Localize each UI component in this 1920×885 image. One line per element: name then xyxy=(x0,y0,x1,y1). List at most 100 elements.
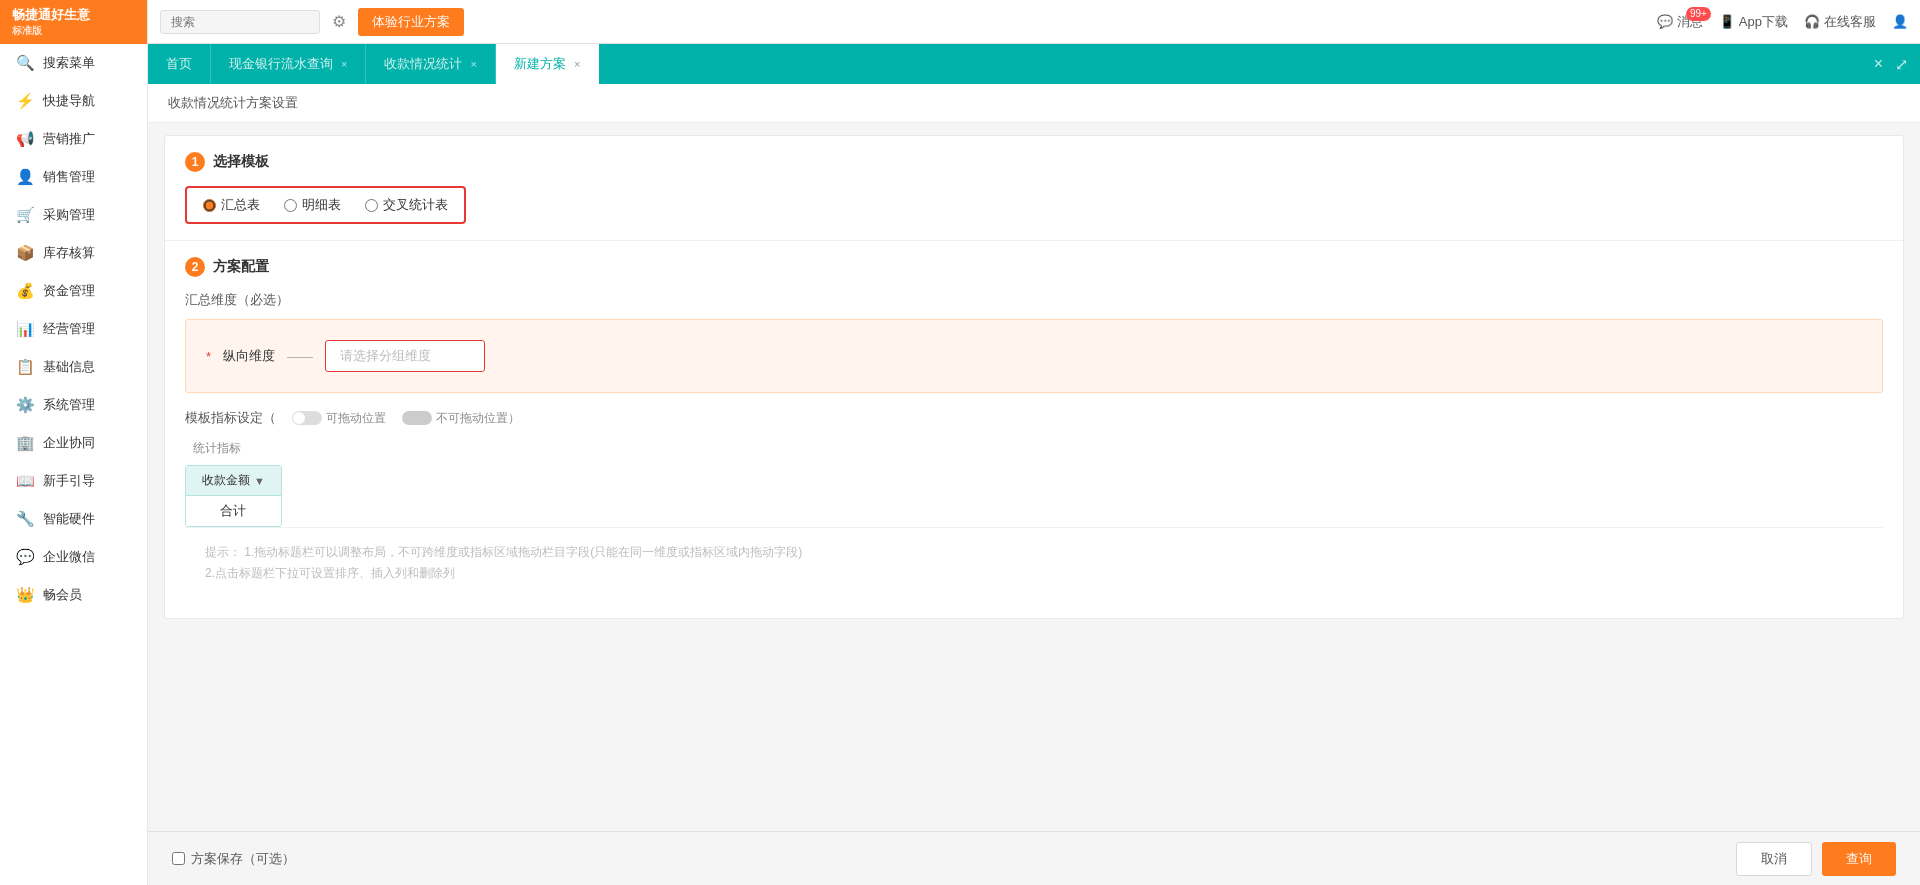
sidebar-item-search[interactable]: 🔍 搜索菜单 xyxy=(0,44,147,82)
radio-summary-label: 汇总表 xyxy=(221,196,260,214)
sidebar-item-label: 经营管理 xyxy=(43,320,95,338)
vertical-dimension-label: 纵向维度 xyxy=(223,347,275,365)
section2-title: 2 方案配置 xyxy=(185,257,1883,277)
page-title: 收款情况统计方案设置 xyxy=(168,95,298,110)
not-draggable-toggle-icon xyxy=(402,411,432,425)
message-button[interactable]: 💬 消息 99+ xyxy=(1657,13,1703,31)
message-badge: 99+ xyxy=(1686,7,1711,21)
basic-info-icon: 📋 xyxy=(16,358,35,376)
indicator-header: 模板指标设定（ 可拖动位置 不可拖动位置） xyxy=(185,409,1883,427)
radio-cross[interactable]: 交叉统计表 xyxy=(365,196,448,214)
dimension-area: * 纵向维度 —— 请选择分组维度 xyxy=(185,319,1883,393)
tab-cash-flow-label: 现金银行流水查询 xyxy=(229,55,333,73)
content-area: 收款情况统计方案设置 1 选择模板 汇总表 xyxy=(148,84,1920,831)
radio-detail-input[interactable] xyxy=(284,199,297,212)
sidebar-item-member[interactable]: 👑 畅会员 xyxy=(0,576,147,614)
system-icon: ⚙️ xyxy=(16,396,35,414)
radio-detail[interactable]: 明细表 xyxy=(284,196,341,214)
logo: 畅捷通好生意 标准版 xyxy=(0,0,147,44)
dimension-row: * 纵向维度 —— 请选择分组维度 xyxy=(206,340,1862,372)
indicator-column-label: 收款金额 xyxy=(202,472,250,489)
tab-home[interactable]: 首页 xyxy=(148,44,211,84)
radio-cross-input[interactable] xyxy=(365,199,378,212)
sidebar-item-label: 基础信息 xyxy=(43,358,95,376)
topbar: ⚙ 体验行业方案 💬 消息 99+ 📱 App下载 🎧 在线客服 👤 xyxy=(148,0,1920,44)
indicator-column-header[interactable]: 收款金额 ▼ xyxy=(186,466,281,496)
sidebar-item-label: 库存核算 xyxy=(43,244,95,262)
sidebar-item-wechat[interactable]: 💬 企业微信 xyxy=(0,538,147,576)
wechat-icon: 💬 xyxy=(16,548,35,566)
sidebar-item-label: 企业微信 xyxy=(43,548,95,566)
indicator-table: 收款金额 ▼ 合计 xyxy=(185,465,282,527)
logo-edition: 标准版 xyxy=(12,24,90,38)
tips-section: 提示： 1.拖动标题栏可以调整布局，不可跨维度或指标区域拖动栏目字段(只能在同一… xyxy=(185,527,1883,602)
form-content: 1 选择模板 汇总表 明细表 xyxy=(164,135,1904,619)
tab-new-plan-label: 新建方案 xyxy=(514,55,566,73)
search-input[interactable] xyxy=(160,10,320,34)
cancel-button[interactable]: 取消 xyxy=(1736,842,1812,876)
footer-bar: 方案保存（可选） 取消 查询 xyxy=(148,831,1920,885)
indicator-settings-label: 模板指标设定（ xyxy=(185,409,276,427)
sidebar-item-finance[interactable]: 💰 资金管理 xyxy=(0,272,147,310)
topbar-right: 💬 消息 99+ 📱 App下载 🎧 在线客服 👤 xyxy=(1657,13,1908,31)
window-expand-icon[interactable]: ⤢ xyxy=(1895,55,1908,74)
tab-new-plan[interactable]: 新建方案 × xyxy=(496,44,599,84)
tab-cash-flow-close[interactable]: × xyxy=(341,59,347,70)
section2-number: 2 xyxy=(185,257,205,277)
sidebar-item-guide[interactable]: 📖 新手引导 xyxy=(0,462,147,500)
sidebar-item-system[interactable]: ⚙️ 系统管理 xyxy=(0,386,147,424)
sidebar-item-label: 销售管理 xyxy=(43,168,95,186)
trial-button[interactable]: 体验行业方案 xyxy=(358,8,464,36)
sidebar-item-hardware[interactable]: 🔧 智能硬件 xyxy=(0,500,147,538)
guide-icon: 📖 xyxy=(16,472,35,490)
dimension-select[interactable]: 请选择分组维度 xyxy=(325,340,485,372)
draggable-toggle-icon xyxy=(292,411,322,425)
tab-new-plan-close[interactable]: × xyxy=(574,59,580,70)
indicator-category-label: 统计指标 xyxy=(193,440,241,457)
service-icon: 🎧 xyxy=(1804,14,1820,29)
sidebar-item-label: 系统管理 xyxy=(43,396,95,414)
indicator-section: 模板指标设定（ 可拖动位置 不可拖动位置） xyxy=(185,409,1883,527)
footer-save: 方案保存（可选） xyxy=(172,850,295,868)
search-menu-icon: 🔍 xyxy=(16,54,35,72)
page-header: 收款情况统计方案设置 xyxy=(148,84,1920,123)
sidebar-item-marketing[interactable]: 📢 营销推广 xyxy=(0,120,147,158)
tab-cash-flow[interactable]: 现金银行流水查询 × xyxy=(211,44,366,84)
gear-icon[interactable]: ⚙ xyxy=(332,12,346,31)
sidebar-item-purchase[interactable]: 🛒 采购管理 xyxy=(0,196,147,234)
save-checkbox[interactable] xyxy=(172,852,185,865)
radio-summary[interactable]: 汇总表 xyxy=(203,196,260,214)
tab-collection-stats[interactable]: 收款情况统计 × xyxy=(366,44,495,84)
sidebar-item-basic-info[interactable]: 📋 基础信息 xyxy=(0,348,147,386)
indicator-table-wrap: 统计指标 收款金额 ▼ 合计 xyxy=(185,435,1883,527)
section1-label: 选择模板 xyxy=(213,153,269,171)
sidebar-item-quick-nav[interactable]: ⚡ 快捷导航 xyxy=(0,82,147,120)
sidebar-item-management[interactable]: 📊 经营管理 xyxy=(0,310,147,348)
tab-collection-stats-close[interactable]: × xyxy=(470,59,476,70)
inventory-icon: 📦 xyxy=(16,244,35,262)
main-area: ⚙ 体验行业方案 💬 消息 99+ 📱 App下载 🎧 在线客服 👤 首页 xyxy=(148,0,1920,885)
sidebar-item-label: 营销推广 xyxy=(43,130,95,148)
radio-summary-input[interactable] xyxy=(203,199,216,212)
sales-icon: 👤 xyxy=(16,168,35,186)
not-draggable-tag: 不可拖动位置） xyxy=(402,410,520,427)
user-icon: 👤 xyxy=(1892,14,1908,29)
user-avatar[interactable]: 👤 xyxy=(1892,14,1908,29)
sidebar-item-inventory[interactable]: 📦 库存核算 xyxy=(0,234,147,272)
section2-label: 方案配置 xyxy=(213,258,269,276)
radio-detail-label: 明细表 xyxy=(302,196,341,214)
window-close-icon[interactable]: × xyxy=(1874,55,1883,73)
sidebar-item-label: 新手引导 xyxy=(43,472,95,490)
sidebar-item-label: 搜索菜单 xyxy=(43,54,95,72)
sidebar-item-label: 资金管理 xyxy=(43,282,95,300)
dimension-title: 汇总维度（必选） xyxy=(185,291,1883,309)
draggable-tag: 可拖动位置 xyxy=(292,410,386,427)
app-download-button[interactable]: 📱 App下载 xyxy=(1719,13,1788,31)
online-service-button[interactable]: 🎧 在线客服 xyxy=(1804,13,1876,31)
query-button[interactable]: 查询 xyxy=(1822,842,1896,876)
tip1: 提示： 1.拖动标题栏可以调整布局，不可跨维度或指标区域拖动栏目字段(只能在同一… xyxy=(205,544,1863,561)
section-plan-config: 2 方案配置 汇总维度（必选） * 纵向维度 —— 请选择分组维度 xyxy=(165,241,1903,618)
sidebar-item-enterprise[interactable]: 🏢 企业协同 xyxy=(0,424,147,462)
sidebar-item-sales[interactable]: 👤 销售管理 xyxy=(0,158,147,196)
footer-actions: 取消 查询 xyxy=(1736,842,1896,876)
